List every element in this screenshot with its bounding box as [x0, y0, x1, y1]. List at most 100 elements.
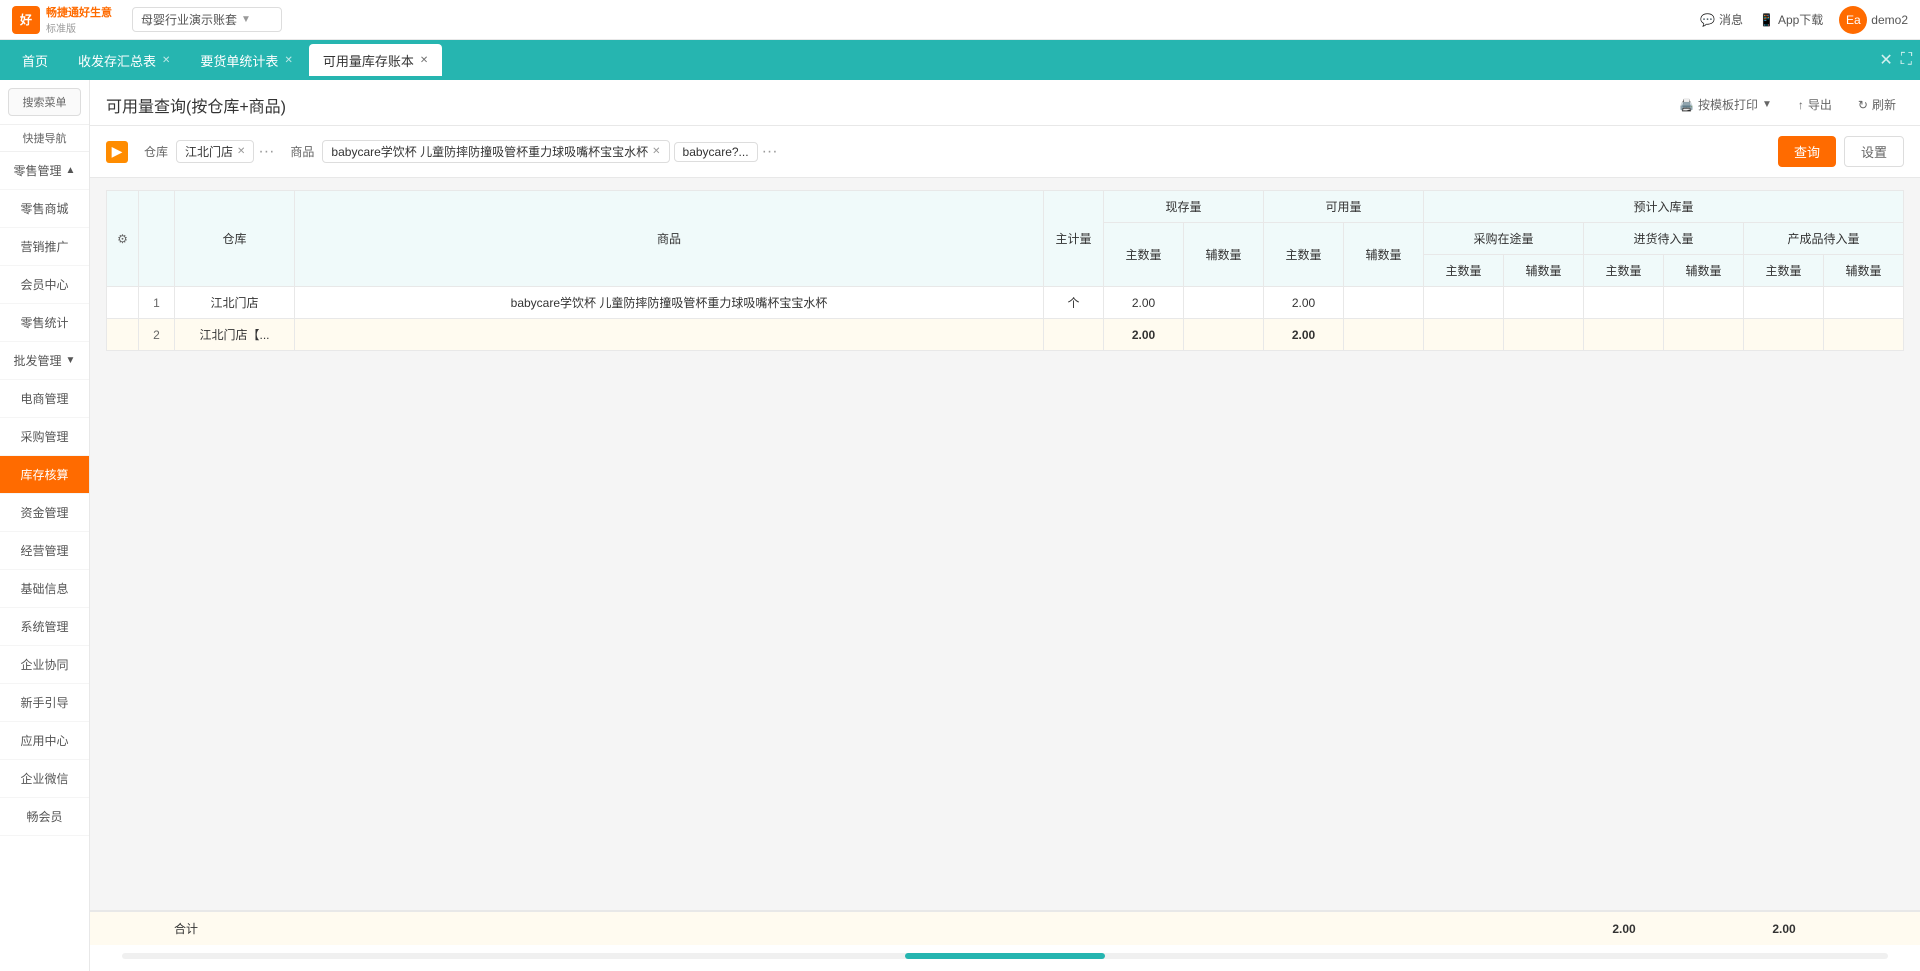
horizontal-scrollbar[interactable]	[122, 953, 1888, 959]
sidebar-item-marketing[interactable]: 营销推广	[0, 228, 89, 266]
row1-avail-main: 2.00	[1264, 287, 1344, 319]
page-header: 可用量查询(按仓库+商品) 🖨️ 按模板打印 ▼ ↑ 导出 ↻ 刷新	[90, 80, 1920, 126]
sidebar-item-wholesale-mgmt-label: 批发管理	[14, 352, 62, 369]
template-print-button[interactable]: 🖨️ 按模板打印 ▼	[1671, 92, 1780, 117]
settings-button[interactable]: 设置	[1844, 136, 1904, 167]
product-filter-group: 商品 babycare学饮杯 儿童防摔防撞吸管杯重力球吸嘴杯宝宝水杯 ✕ bab…	[290, 140, 777, 163]
sidebar-item-app-center[interactable]: 应用中心	[0, 722, 89, 760]
sidebar-item-finance-mgmt[interactable]: 资金管理	[0, 494, 89, 532]
message-icon: 💬	[1700, 13, 1715, 27]
col-header-finished-sub: 辅数量	[1824, 255, 1904, 287]
query-button[interactable]: 查询	[1778, 136, 1836, 167]
tab-receipt-summary[interactable]: 收发存汇总表 ✕	[64, 44, 184, 76]
product-tag-babycare[interactable]: babycare学饮杯 儿童防摔防撞吸管杯重力球吸嘴杯宝宝水杯 ✕	[322, 140, 669, 163]
data-table: ⚙ 仓库 商品 主计量 现存量 可用量 预计入库量 主数量 辅数量 主数量	[106, 190, 1904, 351]
product-tag-babycare2[interactable]: babycare?...	[674, 142, 758, 162]
sidebar-item-inventory-check[interactable]: 库存核算	[0, 456, 89, 494]
sidebar-item-retail-mall[interactable]: 零售商城	[0, 190, 89, 228]
sidebar-item-new-guide[interactable]: 新手引导	[0, 684, 89, 722]
refresh-button[interactable]: ↻ 刷新	[1850, 92, 1904, 117]
top-bar-left: 好 畅捷通好生意 标准版 母婴行业演示账套 ▼	[12, 4, 282, 35]
row2-product	[295, 319, 1044, 351]
sidebar-item-ecommerce-mgmt[interactable]: 电商管理	[0, 380, 89, 418]
col-header-planned-inbound: 预计入库量	[1424, 191, 1904, 223]
sidebar-search-area: 搜索菜单	[0, 80, 89, 125]
scrollbar-thumb[interactable]	[905, 953, 1105, 959]
row2-pur-transit-sub	[1504, 319, 1584, 351]
warehouse-filter-more[interactable]: ···	[258, 143, 274, 161]
sidebar-item-retail-mall-label: 零售商城	[20, 200, 68, 217]
sidebar-item-retail-stats[interactable]: 零售统计	[0, 304, 89, 342]
template-print-label: 按模板打印	[1698, 96, 1758, 113]
row1-pur-transit-main	[1424, 287, 1504, 319]
window-maximize-icon[interactable]: ⛶	[1901, 51, 1912, 69]
product-tag-babycare-remove[interactable]: ✕	[652, 146, 660, 157]
sidebar-item-member-center[interactable]: 会员中心	[0, 266, 89, 304]
quick-nav-button[interactable]: 快捷导航	[0, 125, 89, 152]
sidebar-item-finance-mgmt-label: 资金管理	[20, 504, 68, 521]
tab-home-label: 首页	[22, 51, 48, 70]
footer-stock-main: 2.00	[1584, 922, 1664, 936]
sidebar-item-basic-info[interactable]: 基础信息	[0, 570, 89, 608]
sidebar-item-enterprise-collab[interactable]: 企业协同	[0, 646, 89, 684]
tenant-name: 母婴行业演示账套	[141, 11, 237, 28]
row1-stock-main: 2.00	[1104, 287, 1184, 319]
row2-index: 2	[139, 319, 175, 351]
tab-home[interactable]: 首页	[8, 44, 62, 76]
table-row: 1 江北门店 babycare学饮杯 儿童防摔防撞吸管杯重力球吸嘴杯宝宝水杯 个…	[107, 287, 1904, 319]
tab-order-stats[interactable]: 要货单统计表 ✕	[186, 44, 306, 76]
col-header-index	[139, 191, 175, 287]
nav-tabs-right: ✕ ⛶	[1879, 50, 1912, 70]
tab-receipt-summary-close[interactable]: ✕	[162, 55, 170, 66]
sidebar-item-new-guide-label: 新手引导	[20, 694, 68, 711]
sidebar-item-system-mgmt[interactable]: 系统管理	[0, 608, 89, 646]
col-header-settings: ⚙	[107, 191, 139, 287]
sidebar: 搜索菜单 快捷导航 零售管理 ▲ 零售商城 营销推广 会员中心 零售统计 批发管…	[0, 80, 90, 971]
sidebar-item-member[interactable]: 畅会员	[0, 798, 89, 836]
search-menu-button[interactable]: 搜索菜单	[8, 88, 81, 116]
page-title: 可用量查询(按仓库+商品)	[106, 93, 286, 117]
sidebar-item-ecommerce-mgmt-label: 电商管理	[20, 390, 68, 407]
row1-avail-sub	[1344, 287, 1424, 319]
row2-settings	[107, 319, 139, 351]
row1-stock-sub	[1184, 287, 1264, 319]
row2-pur-transit-main	[1424, 319, 1504, 351]
sidebar-item-purchase-mgmt[interactable]: 采购管理	[0, 418, 89, 456]
row2-avail-sub	[1344, 319, 1424, 351]
footer-avail-sub	[1824, 922, 1904, 936]
sidebar-item-inventory-check-label: 库存核算	[20, 466, 68, 483]
warehouse-filter-tags: 江北门店 ✕ ···	[176, 140, 274, 163]
sidebar-item-enterprise-wechat[interactable]: 企业微信	[0, 760, 89, 798]
col-header-current-stock: 现存量	[1104, 191, 1264, 223]
table-wrapper: ⚙ 仓库 商品 主计量 现存量 可用量 预计入库量 主数量 辅数量 主数量	[90, 178, 1920, 910]
printer-icon: 🖨️	[1679, 98, 1694, 112]
tab-available-stock[interactable]: 可用量库存账本 ✕	[309, 44, 442, 76]
window-close-icon[interactable]: ✕	[1879, 50, 1892, 70]
export-button[interactable]: ↑ 导出	[1790, 92, 1840, 117]
page-actions: 🖨️ 按模板打印 ▼ ↑ 导出 ↻ 刷新	[1671, 92, 1904, 117]
filter-toggle-button[interactable]: ▶	[106, 141, 128, 163]
row1-inbound-main	[1584, 287, 1664, 319]
product-filter-more[interactable]: ···	[762, 143, 778, 161]
row1-settings	[107, 287, 139, 319]
sidebar-item-wholesale-mgmt[interactable]: 批发管理 ▼	[0, 342, 89, 380]
col-header-stock-main: 主数量	[1104, 223, 1184, 287]
tab-available-stock-close[interactable]: ✕	[420, 55, 428, 66]
sidebar-item-retail-mgmt[interactable]: 零售管理 ▲	[0, 152, 89, 190]
warehouse-filter-label: 仓库	[144, 143, 168, 160]
tenant-selector[interactable]: 母婴行业演示账套 ▼	[132, 7, 282, 32]
row1-index: 1	[139, 287, 175, 319]
sidebar-item-operations-mgmt[interactable]: 经营管理	[0, 532, 89, 570]
tab-order-stats-close[interactable]: ✕	[284, 55, 292, 66]
table-settings-icon[interactable]: ⚙	[117, 232, 128, 246]
message-action[interactable]: 💬 消息	[1700, 11, 1743, 28]
export-icon: ↑	[1798, 98, 1804, 112]
warehouse-tag-jiangbei[interactable]: 江北门店 ✕	[176, 140, 254, 163]
product-filter-label: 商品	[290, 143, 314, 160]
col-header-finished-main: 主数量	[1744, 255, 1824, 287]
row2-warehouse: 江北门店【...	[175, 319, 295, 351]
warehouse-tag-jiangbei-remove[interactable]: ✕	[237, 146, 245, 157]
content-area: 可用量查询(按仓库+商品) 🖨️ 按模板打印 ▼ ↑ 导出 ↻ 刷新 ▶	[90, 80, 1920, 971]
user-profile[interactable]: Ea demo2	[1839, 6, 1908, 34]
app-download-action[interactable]: 📱 App下载	[1759, 11, 1823, 28]
